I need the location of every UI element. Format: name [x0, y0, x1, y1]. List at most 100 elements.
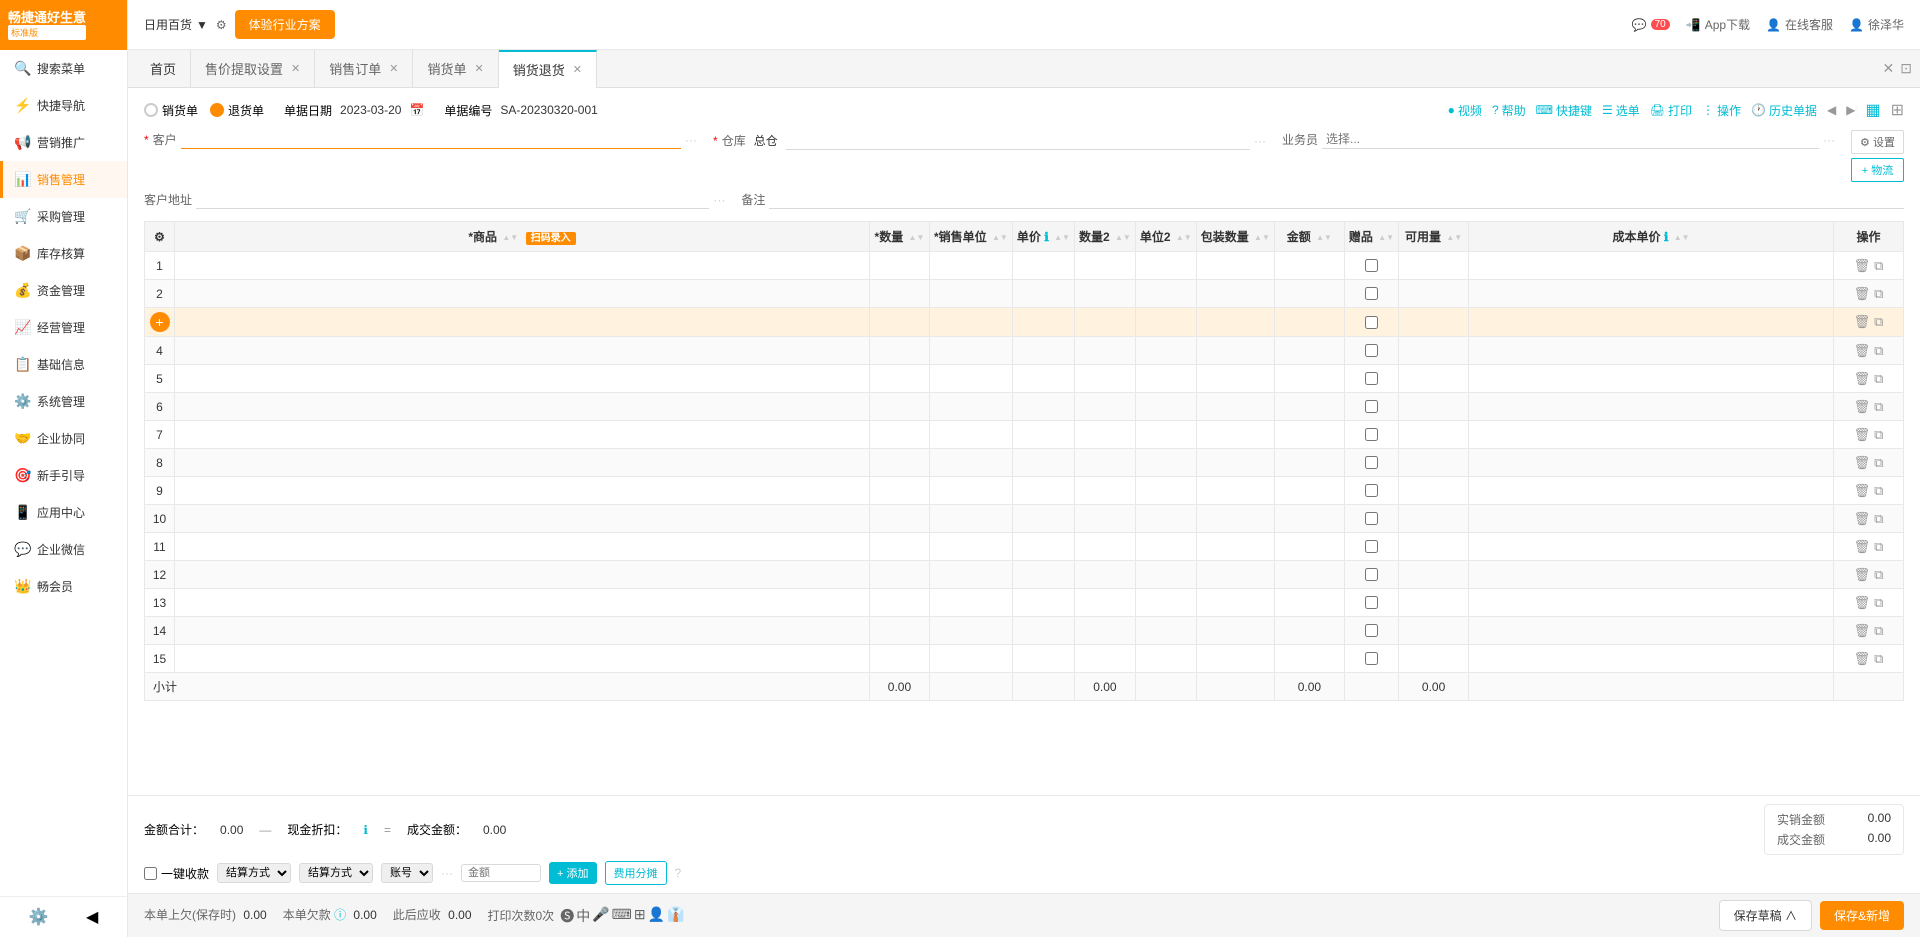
delete-row-icon[interactable]: 🗑 [1854, 314, 1871, 330]
taskbar-icon-6[interactable]: 👤 [648, 906, 665, 926]
sidebar-item-apps[interactable]: 📱 应用中心 [0, 494, 127, 531]
available-cell-active[interactable] [1399, 308, 1469, 337]
quantity-cell[interactable] [869, 280, 929, 308]
tab-sales-return[interactable]: 销货退货 ✕ [499, 50, 597, 88]
taskbar-icon-4[interactable]: ⌨ [612, 906, 632, 926]
delete-row-icon[interactable]: 🗑 [1854, 539, 1871, 555]
th-price-sort[interactable]: ▲▼ [1054, 234, 1070, 242]
taskbar-icon-7[interactable]: 👔 [667, 906, 684, 926]
copy-row-icon[interactable]: ⧉ [1874, 343, 1883, 359]
gift-checkbox[interactable] [1365, 287, 1378, 300]
delete-row-icon[interactable]: 🗑 [1854, 651, 1871, 667]
gift-checkbox[interactable] [1365, 400, 1378, 413]
gift-cell[interactable] [1344, 280, 1398, 308]
th-settings[interactable]: ⚙ [145, 222, 175, 252]
radio-sales-bill[interactable]: 销货单 [144, 102, 198, 119]
gift-checkbox[interactable] [1365, 456, 1378, 469]
help-btn[interactable]: ?帮助 [1492, 102, 1526, 119]
copy-row-icon[interactable]: ⧉ [1874, 314, 1883, 330]
sidebar-item-member[interactable]: 👑 畅会员 [0, 568, 127, 605]
product-input[interactable] [179, 259, 865, 273]
pack-qty-cell[interactable] [1196, 280, 1274, 308]
unit-cell[interactable] [929, 252, 1012, 280]
sidebar-item-basic[interactable]: 📋 基础信息 [0, 346, 127, 383]
amount-cell-active[interactable] [1274, 308, 1344, 337]
tab-price-setting[interactable]: 售价提取设置 ✕ [191, 50, 315, 88]
taskbar-icon-1[interactable]: 🅢 [560, 906, 574, 926]
amount-input[interactable] [461, 864, 541, 882]
operate-btn[interactable]: ⋮操作 [1702, 102, 1741, 119]
unit2-cell-active[interactable] [1135, 308, 1196, 337]
th-gift-sort[interactable]: ▲▼ [1378, 234, 1394, 242]
copy-row-icon[interactable]: ⧉ [1874, 539, 1883, 555]
collapse-icon[interactable]: ◀ [86, 907, 98, 927]
fee-split-btn[interactable]: 费用分摊 [605, 861, 667, 885]
price-cell-active[interactable] [1012, 308, 1074, 337]
tab-sales-close[interactable]: ✕ [475, 62, 484, 75]
gift-checkbox[interactable] [1365, 512, 1378, 525]
sidebar-item-system[interactable]: ⚙️ 系统管理 [0, 383, 127, 420]
copy-row-icon[interactable]: ⧉ [1874, 483, 1883, 499]
sidebar-item-finance[interactable]: 💰 资金管理 [0, 272, 127, 309]
sidebar-item-wechat[interactable]: 💬 企业微信 [0, 531, 127, 568]
account-dots[interactable]: ··· [441, 866, 453, 880]
calculation-select[interactable]: 结算方式 [299, 863, 373, 883]
qty2-cell-active[interactable] [1074, 308, 1135, 337]
tab-sales-order-close[interactable]: ✕ [389, 62, 398, 75]
user-profile-btn[interactable]: 👤 徐泽华 [1849, 16, 1904, 33]
tab-home[interactable]: 首页 [136, 50, 191, 88]
copy-row-icon[interactable]: ⧉ [1874, 511, 1883, 527]
delete-row-icon[interactable]: 🗑 [1854, 371, 1871, 387]
app-download-btn[interactable]: 📲 App下载 [1686, 16, 1750, 33]
address-select-btn[interactable]: ··· [713, 193, 725, 207]
product-input-active[interactable] [179, 315, 865, 329]
th-product-sort[interactable]: ▲▼ [502, 234, 518, 242]
experience-btn[interactable]: 体验行业方案 [235, 10, 335, 39]
gift-checkbox[interactable] [1365, 344, 1378, 357]
amount-cell[interactable] [1274, 252, 1344, 280]
gift-checkbox[interactable] [1365, 484, 1378, 497]
message-btn[interactable]: 💬 70 [1632, 18, 1670, 32]
video-btn[interactable]: ●视频 [1448, 102, 1482, 119]
account-select[interactable]: 账号 [381, 863, 433, 883]
warehouse-select-btn[interactable]: ··· [1254, 134, 1266, 148]
cost-price-cell[interactable] [1469, 252, 1834, 280]
cost-price-cell-active[interactable] [1469, 308, 1834, 337]
delete-row-icon[interactable]: 🗑 [1854, 427, 1871, 443]
copy-row-icon[interactable]: ⧉ [1874, 623, 1883, 639]
history-btn[interactable]: 🕐历史单据 [1751, 102, 1817, 119]
sidebar-item-marketing[interactable]: 📢 营销推广 [0, 124, 127, 161]
settings-footer-icon[interactable]: ⚙️ [29, 907, 49, 927]
gift-cell-active[interactable] [1344, 308, 1398, 337]
settings-btn[interactable]: ⚙ 设置 [1851, 130, 1904, 154]
gift-checkbox[interactable] [1365, 624, 1378, 637]
copy-row-icon[interactable]: ⧉ [1874, 651, 1883, 667]
th-unit-sort[interactable]: ▲▼ [992, 234, 1008, 242]
pack-qty-cell[interactable] [1196, 252, 1274, 280]
delete-row-icon[interactable]: 🗑 [1854, 286, 1871, 302]
daily-goods-selector[interactable]: 日用百货 ▼ [144, 16, 208, 33]
delete-row-icon[interactable]: 🗑 [1854, 567, 1871, 583]
tab-sales-return-close[interactable]: ✕ [573, 63, 582, 76]
one-click-collect-input[interactable] [144, 867, 157, 880]
gift-cell[interactable] [1344, 252, 1398, 280]
shortcut-btn[interactable]: ⌨快捷键 [1536, 102, 1592, 119]
sidebar-item-shortcut[interactable]: ⚡ 快捷导航 [0, 87, 127, 124]
th-unit2-sort[interactable]: ▲▼ [1176, 234, 1192, 242]
sidebar-item-search[interactable]: 🔍 搜索菜单 [0, 50, 127, 87]
unit-cell-active[interactable] [929, 308, 1012, 337]
logistics-btn[interactable]: + 物流 [1851, 158, 1904, 182]
unit-cell[interactable] [929, 280, 1012, 308]
product-cell-active[interactable] [175, 308, 870, 337]
delete-row-icon[interactable]: 🗑 [1854, 399, 1871, 415]
warehouse-input[interactable] [786, 131, 1250, 150]
gift-checkbox[interactable] [1365, 540, 1378, 553]
copy-row-icon[interactable]: ⧉ [1874, 286, 1883, 302]
sidebar-item-inventory[interactable]: 📦 库存核算 [0, 235, 127, 272]
sidebar-item-guide[interactable]: 🎯 新手引导 [0, 457, 127, 494]
product-cell[interactable] [175, 252, 870, 280]
sidebar-item-operations[interactable]: 📈 经营管理 [0, 309, 127, 346]
th-available-sort[interactable]: ▲▼ [1446, 234, 1462, 242]
price-cell[interactable] [1012, 252, 1074, 280]
settings-icon[interactable]: ⚙ [216, 18, 227, 32]
